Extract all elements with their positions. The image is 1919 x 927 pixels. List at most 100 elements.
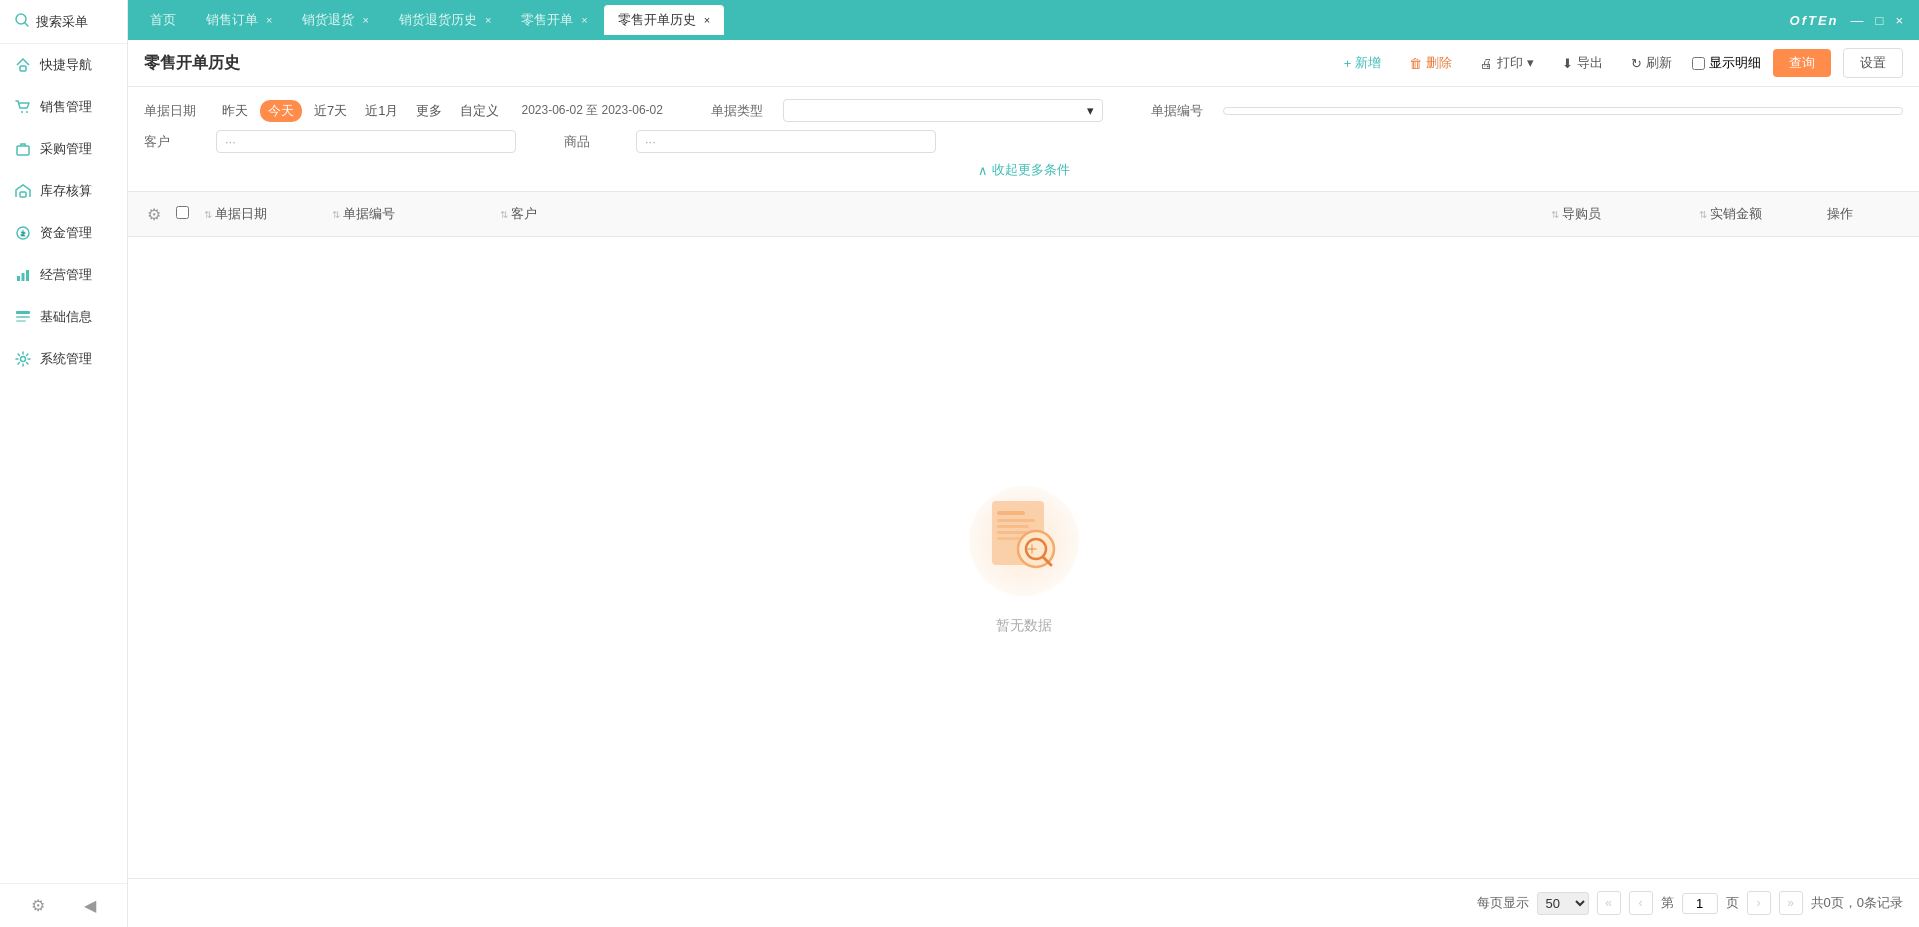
doc-type-label: 单据类型 [711,102,767,120]
today-btn[interactable]: 今天 [260,100,302,122]
window-close[interactable]: × [1895,13,1903,28]
col-customer[interactable]: ⇅ 客户 [500,205,1543,223]
sidebar-item-label: 采购管理 [40,140,92,158]
query-button[interactable]: 查询 [1773,49,1831,77]
sidebar-item-system[interactable]: 系统管理 [0,338,127,380]
tab-sales-order[interactable]: 销售订单 × [192,5,286,35]
sidebar-item-label: 基础信息 [40,308,92,326]
sidebar-search[interactable]: 搜索采单 [0,0,127,44]
tab-sales-order-close[interactable]: × [266,14,272,26]
export-button[interactable]: ⬇ 导出 [1554,50,1611,76]
total-info: 共0页，0条记录 [1811,894,1903,912]
export-icon: ⬇ [1562,56,1573,71]
col-date[interactable]: ⇅ 单据日期 [204,205,324,223]
chevron-up-icon: ∧ [978,163,988,178]
svg-point-14 [21,357,26,362]
svg-point-3 [21,111,23,113]
tab-sales-return-history[interactable]: 销货退货历史 × [385,5,505,35]
collapse-sidebar-icon[interactable]: ◀ [84,896,96,915]
svg-rect-6 [20,192,26,197]
info-icon [14,308,32,326]
svg-line-1 [25,23,29,27]
sidebar-item-sales[interactable]: 销售管理 [0,86,127,128]
svg-rect-8 [17,276,20,281]
col-num[interactable]: ⇅ 单据编号 [332,205,492,223]
sort-icon: ⇅ [500,209,508,220]
settings-button[interactable]: 设置 [1843,48,1903,78]
col-num-label: 单据编号 [343,205,395,223]
display-toggle-checkbox[interactable] [1692,57,1705,70]
tab-home[interactable]: 首页 [136,5,190,35]
sidebar-item-label: 经营管理 [40,266,92,284]
tab-retail-history[interactable]: 零售开单历史 × [604,5,724,35]
delete-button[interactable]: 🗑 删除 [1401,50,1460,76]
sidebar-search-label: 搜索采单 [36,13,88,31]
page-input[interactable] [1682,893,1718,914]
tab-retail-history-close[interactable]: × [704,14,710,26]
chart-icon [14,266,32,284]
svg-rect-5 [17,146,29,155]
cart-icon [14,98,32,116]
display-toggle[interactable]: 显示明细 [1692,54,1761,72]
sidebar-item-inventory[interactable]: 库存核算 [0,170,127,212]
display-toggle-label: 显示明细 [1709,54,1761,72]
refresh-button[interactable]: ↻ 刷新 [1623,50,1680,76]
doc-num-input[interactable] [1223,107,1903,115]
col-amount-label: 实销金额 [1710,205,1762,223]
chevron-down-icon: ▾ [1087,103,1094,118]
table-select-all[interactable] [176,206,196,222]
customer-filter-label: 客户 [144,133,200,151]
select-all-checkbox[interactable] [176,206,189,219]
sidebar-item-basic[interactable]: 基础信息 [0,296,127,338]
tab-retail-history-label: 零售开单历史 [618,11,696,29]
refresh-icon: ↻ [1631,56,1642,71]
tab-sales-return-history-close[interactable]: × [485,14,491,26]
sidebar-item-quick-nav[interactable]: 快捷导航 [0,44,127,86]
table-settings-icon[interactable]: ⚙ [140,200,168,228]
sidebar-bottom: ⚙ ◀ [0,883,127,927]
window-maximize[interactable]: □ [1876,13,1884,28]
sidebar-item-operation[interactable]: 经营管理 [0,254,127,296]
svg-rect-13 [16,320,26,322]
settings-bottom-icon[interactable]: ⚙ [31,896,45,915]
pagination: 每页显示 50 20 100 « ‹ 第 页 › » 共0页，0条记录 [128,878,1919,927]
svg-rect-17 [997,511,1025,515]
print-button[interactable]: 🖨 打印 ▾ [1472,50,1542,76]
window-minimize[interactable]: — [1851,13,1864,28]
custom-btn[interactable]: 自定义 [454,100,505,122]
col-guide[interactable]: ⇅ 导购员 [1551,205,1691,223]
sort-icon: ⇅ [204,209,212,220]
sidebar-item-finance[interactable]: 资金管理 [0,212,127,254]
sort-icon: ⇅ [332,209,340,220]
customer-input[interactable]: ··· [216,130,516,153]
filter-row-2: 客户 ··· 商品 ··· [144,130,1903,153]
prev-page-btn[interactable]: ‹ [1629,891,1653,915]
col-amount[interactable]: ⇅ 实销金额 [1699,205,1819,223]
gear-icon [14,350,32,368]
tab-sales-return-close[interactable]: × [362,14,368,26]
search-icon [14,12,30,31]
tab-sales-return[interactable]: 销货退货 × [288,5,382,35]
last-page-btn[interactable]: » [1779,891,1803,915]
week-btn[interactable]: 近7天 [308,100,353,122]
sidebar-item-purchase[interactable]: 采购管理 [0,128,127,170]
first-page-btn[interactable]: « [1597,891,1621,915]
sidebar: 搜索采单 快捷导航 销售管理 采购管理 库存核算 资金管理 经营 [0,0,128,927]
goods-filter-label: 商品 [564,133,620,151]
month-btn[interactable]: 近1月 [359,100,404,122]
sidebar-item-label: 系统管理 [40,350,92,368]
tab-retail-open-close[interactable]: × [581,14,587,26]
more-date-btn[interactable]: 更多 [410,100,448,122]
next-page-btn[interactable]: › [1747,891,1771,915]
sort-icon: ⇅ [1551,209,1559,220]
yesterday-btn[interactable]: 昨天 [216,100,254,122]
tab-retail-open[interactable]: 零售开单 × [507,5,601,35]
svg-rect-21 [997,537,1021,540]
add-button[interactable]: + + 新增 新增 [1336,50,1390,76]
doc-type-select[interactable]: ▾ [783,99,1103,122]
collapse-conditions-btn[interactable]: ∧ 收起更多条件 [978,161,1070,179]
top-navigation: 首页 销售订单 × 销货退货 × 销货退货历史 × 零售开单 × 零售开单历史 … [128,0,1919,40]
home-icon [14,56,32,74]
goods-input[interactable]: ··· [636,130,936,153]
page-size-select[interactable]: 50 20 100 [1537,892,1589,915]
